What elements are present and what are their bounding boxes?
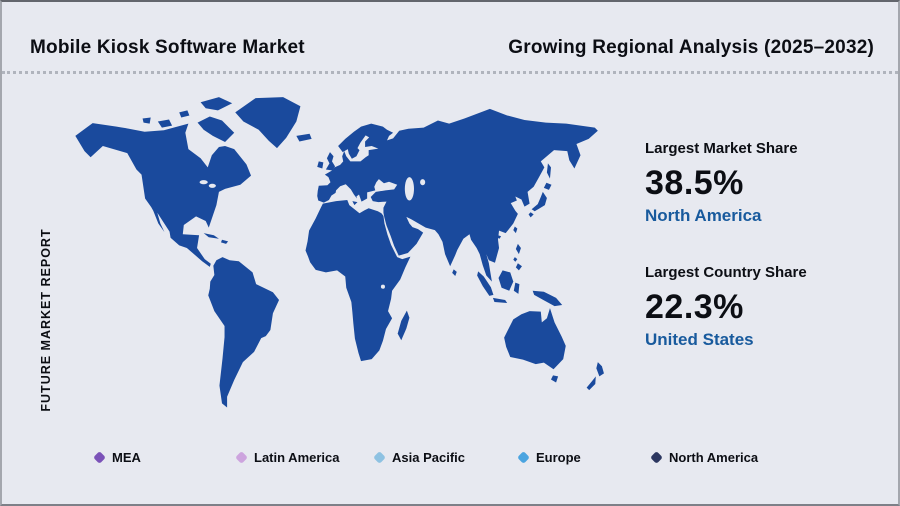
legend-label: Asia Pacific — [392, 450, 465, 465]
legend-dot-icon — [517, 451, 530, 464]
stats-panel: Largest Market Share 38.5% North America… — [645, 140, 885, 388]
legend-item-north-america: North America — [650, 450, 759, 465]
legend-item-asia-pacific: Asia Pacific — [373, 450, 465, 465]
page-title-left: Mobile Kiosk Software Market — [30, 37, 305, 58]
world-map — [57, 92, 607, 408]
world-landmass — [75, 97, 604, 408]
stat-label: Largest Market Share — [645, 140, 798, 157]
legend-item-mea: MEA — [93, 450, 141, 465]
stat-market-share: Largest Market Share 38.5% North America — [645, 140, 885, 226]
legend-item-europe: Europe — [517, 450, 581, 465]
legend-dot-icon — [650, 451, 663, 464]
header: Mobile Kiosk Software Market Growing Reg… — [2, 2, 898, 74]
stat-region: North America — [645, 206, 762, 225]
legend-label: Europe — [536, 450, 581, 465]
vertical-watermark: FUTURE MARKET REPORT — [39, 228, 53, 412]
legend: MEA Latin America Asia Pacific Europe No… — [2, 450, 898, 468]
legend-dot-icon — [235, 451, 248, 464]
stat-region: United States — [645, 330, 754, 349]
legend-label: Latin America — [254, 450, 340, 465]
infographic-frame: Mobile Kiosk Software Market Growing Reg… — [0, 0, 900, 506]
legend-item-latin-america: Latin America — [235, 450, 340, 465]
legend-label: MEA — [112, 450, 141, 465]
stat-label: Largest Country Share — [645, 264, 807, 281]
stat-value: 38.5% — [645, 164, 744, 202]
stat-value: 22.3% — [645, 288, 744, 326]
legend-dot-icon — [93, 451, 106, 464]
world-map-svg — [75, 97, 604, 408]
legend-label: North America — [669, 450, 759, 465]
legend-dot-icon — [373, 451, 386, 464]
stat-country-share: Largest Country Share 22.3% United State… — [645, 264, 885, 350]
page-title-right: Growing Regional Analysis (2025–2032) — [508, 37, 874, 58]
